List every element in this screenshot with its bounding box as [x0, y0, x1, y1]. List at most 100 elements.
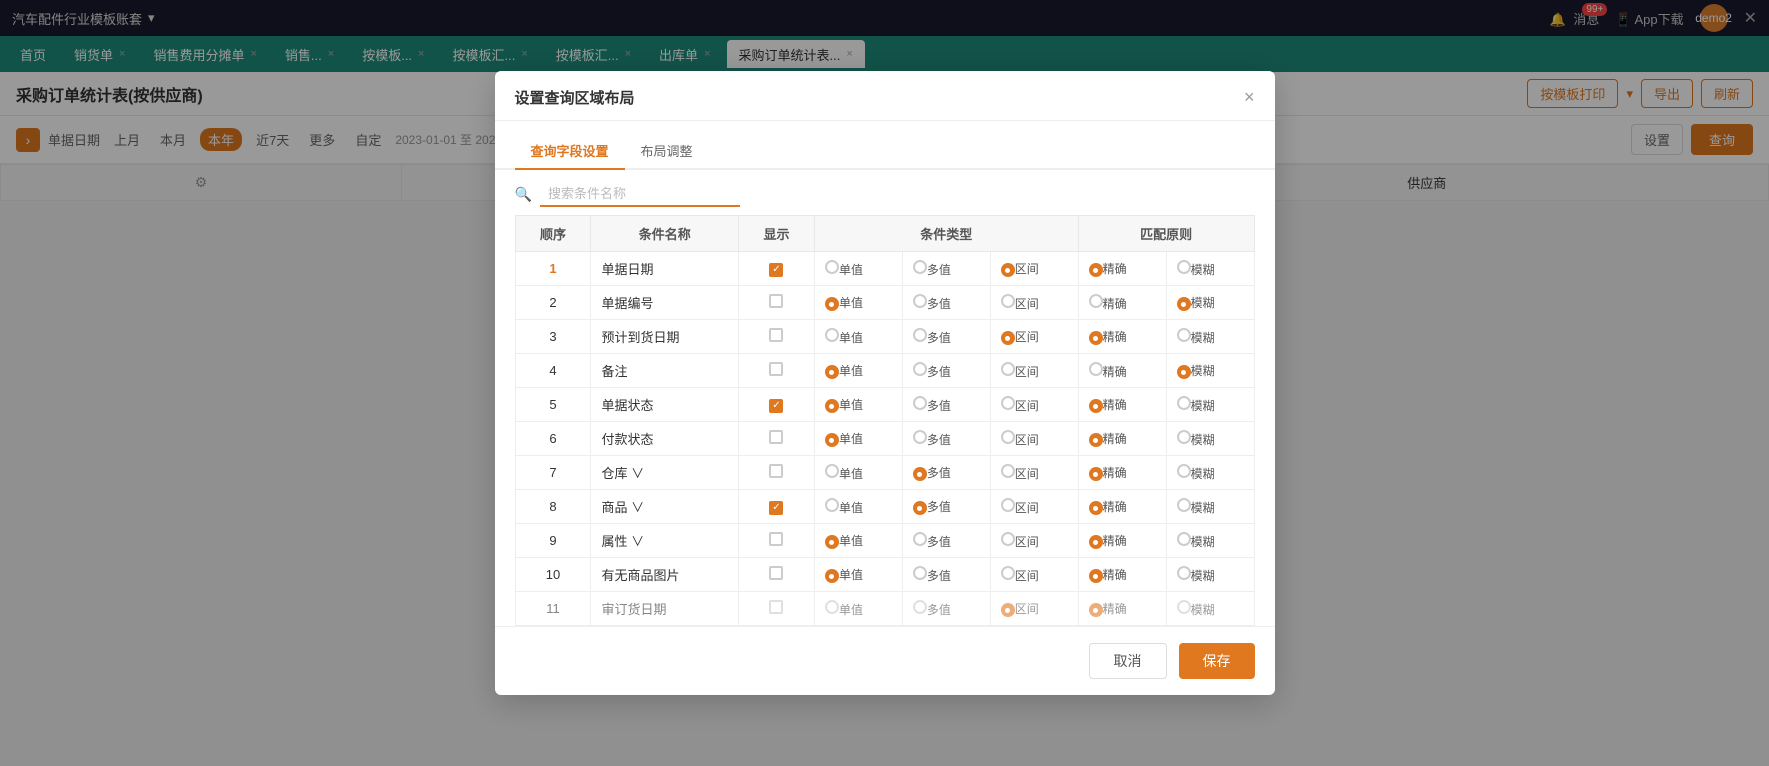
radio-circle[interactable]: [1089, 362, 1103, 376]
row-display-checkbox[interactable]: ✓: [738, 388, 814, 422]
row-display-checkbox[interactable]: ✓: [738, 252, 814, 286]
radio-circle[interactable]: [825, 328, 839, 342]
radio-circle[interactable]: [1001, 566, 1015, 580]
row-type-option[interactable]: 单值: [814, 320, 902, 354]
row-type-option[interactable]: 区间: [990, 320, 1078, 354]
radio-circle[interactable]: [1001, 362, 1015, 376]
row-type-option[interactable]: 多值: [902, 490, 990, 524]
row-match-option[interactable]: 模糊: [1166, 252, 1254, 286]
row-match-option[interactable]: 精确: [1078, 490, 1166, 524]
radio-circle[interactable]: [1001, 498, 1015, 512]
row-match-option[interactable]: 精确: [1078, 592, 1166, 626]
row-type-option[interactable]: 多值: [902, 388, 990, 422]
radio-circle[interactable]: [913, 430, 927, 444]
row-type-option[interactable]: 区间: [990, 286, 1078, 320]
row-match-option[interactable]: 模糊: [1166, 422, 1254, 456]
radio-circle[interactable]: [825, 297, 839, 311]
radio-circle[interactable]: [1089, 399, 1103, 413]
radio-circle[interactable]: [1089, 501, 1103, 515]
radio-circle[interactable]: [1001, 263, 1015, 277]
row-display-checkbox[interactable]: [738, 592, 814, 626]
row-type-option[interactable]: 单值: [814, 592, 902, 626]
row-match-option[interactable]: 精确: [1078, 524, 1166, 558]
radio-circle[interactable]: [1001, 532, 1015, 546]
radio-circle[interactable]: [913, 396, 927, 410]
row-match-option[interactable]: 模糊: [1166, 320, 1254, 354]
radio-circle[interactable]: [913, 566, 927, 580]
row-match-option[interactable]: 精确: [1078, 422, 1166, 456]
cancel-button[interactable]: 取消: [1089, 643, 1167, 679]
row-display-checkbox[interactable]: [738, 320, 814, 354]
row-type-option[interactable]: 单值: [814, 422, 902, 456]
radio-circle[interactable]: [1177, 297, 1191, 311]
checkbox[interactable]: [769, 328, 783, 342]
row-display-checkbox[interactable]: [738, 558, 814, 592]
row-match-option[interactable]: 精确: [1078, 320, 1166, 354]
row-match-option[interactable]: 精确: [1078, 354, 1166, 388]
row-match-option[interactable]: 模糊: [1166, 388, 1254, 422]
checkbox[interactable]: ✓: [769, 501, 783, 515]
checkbox[interactable]: [769, 566, 783, 580]
condition-search-input[interactable]: [540, 182, 740, 207]
radio-circle[interactable]: [1089, 535, 1103, 549]
radio-circle[interactable]: [1089, 433, 1103, 447]
row-match-option[interactable]: 精确: [1078, 252, 1166, 286]
checkbox[interactable]: [769, 362, 783, 376]
checkbox[interactable]: ✓: [769, 399, 783, 413]
radio-circle[interactable]: [913, 294, 927, 308]
radio-circle[interactable]: [825, 464, 839, 478]
row-type-option[interactable]: 区间: [990, 388, 1078, 422]
row-match-option[interactable]: 精确: [1078, 286, 1166, 320]
row-type-option[interactable]: 单值: [814, 388, 902, 422]
row-match-option[interactable]: 模糊: [1166, 524, 1254, 558]
row-match-option[interactable]: 精确: [1078, 456, 1166, 490]
row-display-checkbox[interactable]: ✓: [738, 490, 814, 524]
row-type-option[interactable]: 单值: [814, 354, 902, 388]
row-type-option[interactable]: 单值: [814, 558, 902, 592]
radio-circle[interactable]: [825, 535, 839, 549]
radio-circle[interactable]: [913, 260, 927, 274]
radio-circle[interactable]: [1177, 600, 1191, 614]
row-type-option[interactable]: 区间: [990, 558, 1078, 592]
row-type-option[interactable]: 区间: [990, 422, 1078, 456]
row-type-option[interactable]: 区间: [990, 490, 1078, 524]
radio-circle[interactable]: [913, 501, 927, 515]
row-type-option[interactable]: 区间: [990, 592, 1078, 626]
row-match-option[interactable]: 模糊: [1166, 456, 1254, 490]
radio-circle[interactable]: [1089, 263, 1103, 277]
checkbox[interactable]: ✓: [769, 263, 783, 277]
radio-circle[interactable]: [1089, 294, 1103, 308]
row-display-checkbox[interactable]: [738, 354, 814, 388]
radio-circle[interactable]: [1177, 396, 1191, 410]
row-match-option[interactable]: 模糊: [1166, 354, 1254, 388]
row-type-option[interactable]: 单值: [814, 252, 902, 286]
row-type-option[interactable]: 多值: [902, 422, 990, 456]
radio-circle[interactable]: [1089, 467, 1103, 481]
radio-circle[interactable]: [825, 260, 839, 274]
row-display-checkbox[interactable]: [738, 286, 814, 320]
radio-circle[interactable]: [1177, 328, 1191, 342]
row-match-option[interactable]: 精确: [1078, 558, 1166, 592]
row-display-checkbox[interactable]: [738, 456, 814, 490]
dialog-tab-layout[interactable]: 布局调整: [625, 133, 709, 170]
row-type-option[interactable]: 单值: [814, 456, 902, 490]
radio-circle[interactable]: [1001, 603, 1015, 617]
row-type-option[interactable]: 区间: [990, 456, 1078, 490]
checkbox[interactable]: [769, 430, 783, 444]
checkbox[interactable]: [769, 464, 783, 478]
row-type-option[interactable]: 多值: [902, 524, 990, 558]
row-display-checkbox[interactable]: [738, 524, 814, 558]
row-type-option[interactable]: 单值: [814, 524, 902, 558]
row-type-option[interactable]: 区间: [990, 524, 1078, 558]
radio-circle[interactable]: [825, 365, 839, 379]
row-type-option[interactable]: 区间: [990, 252, 1078, 286]
radio-circle[interactable]: [825, 433, 839, 447]
row-type-option[interactable]: 多值: [902, 320, 990, 354]
radio-circle[interactable]: [1177, 365, 1191, 379]
row-type-option[interactable]: 多值: [902, 354, 990, 388]
row-match-option[interactable]: 精确: [1078, 388, 1166, 422]
radio-circle[interactable]: [1177, 430, 1191, 444]
radio-circle[interactable]: [1177, 464, 1191, 478]
checkbox[interactable]: [769, 532, 783, 546]
radio-circle[interactable]: [913, 532, 927, 546]
